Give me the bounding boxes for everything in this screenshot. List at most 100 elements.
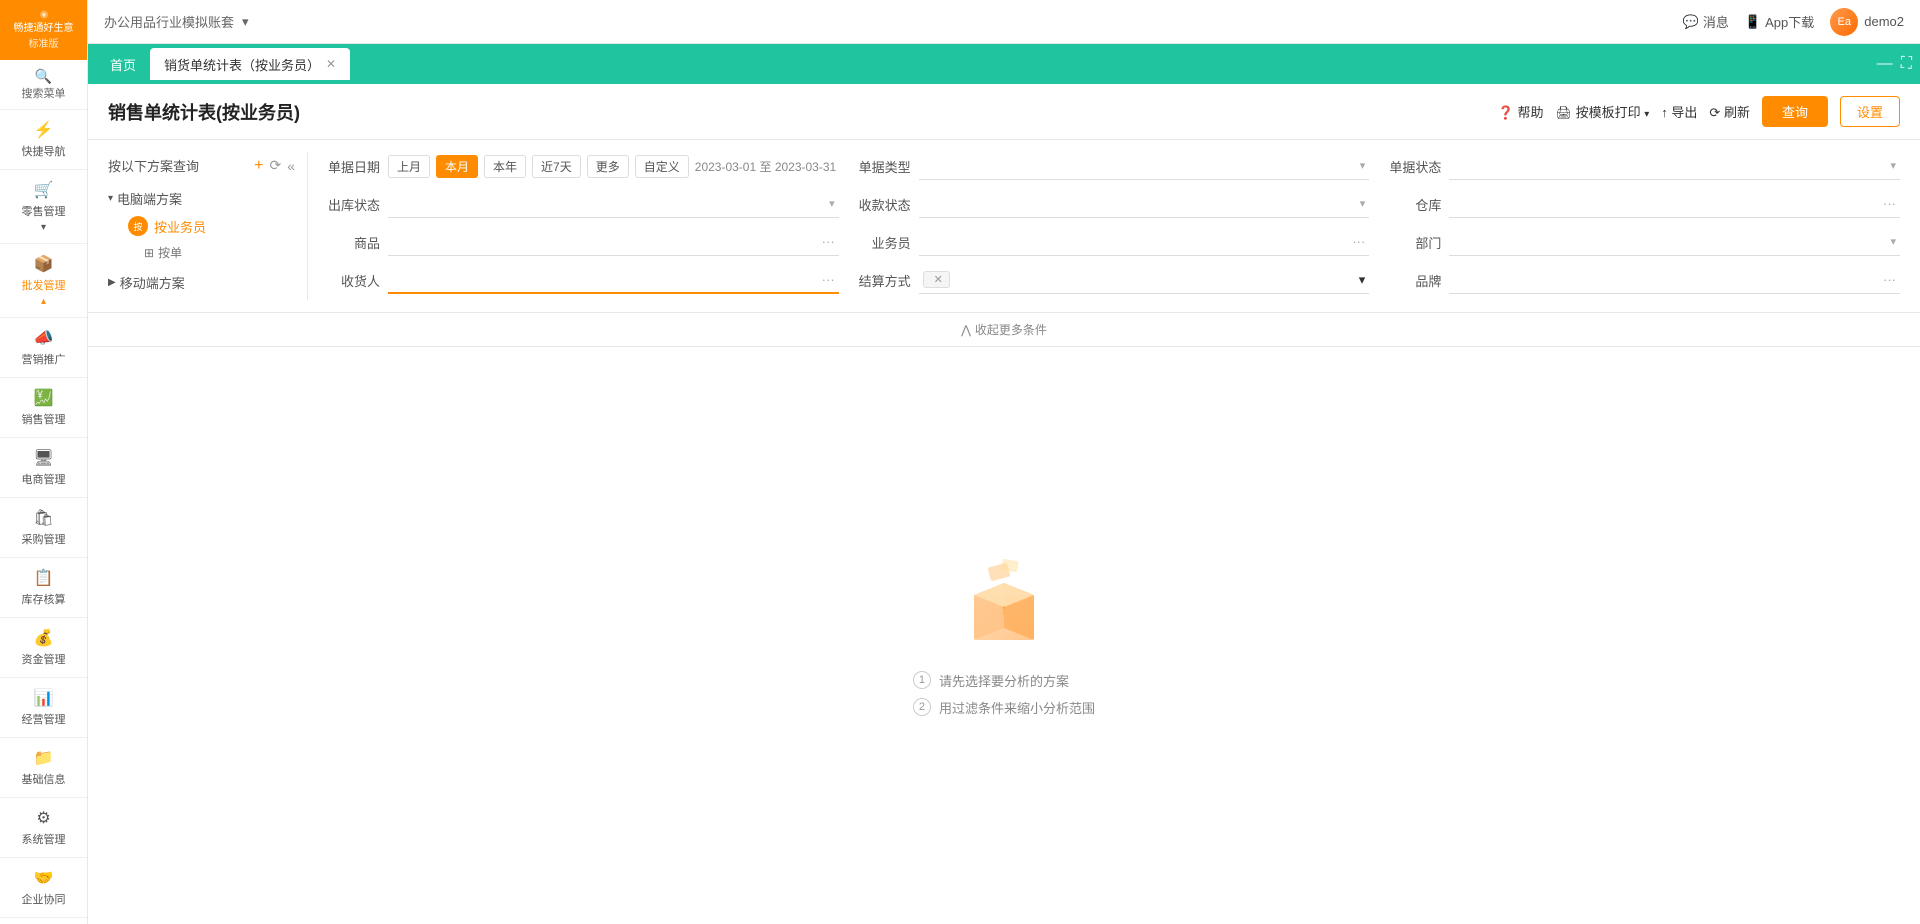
date-btn-more[interactable]: 更多 [587, 155, 629, 178]
tab-minimize-icon[interactable]: — [1877, 55, 1893, 73]
breadcrumb-arrow-icon[interactable]: ▾ [242, 14, 249, 30]
settle-control[interactable]: ✕ ▾ [919, 266, 1370, 294]
recv-status-select[interactable]: ▾ [919, 190, 1370, 218]
content-area: 销售单统计表(按业务员) ❓ 帮助 🖨 按模板打印 ▾ ↑ 导出 [88, 84, 1920, 924]
out-status-arrow-icon: ▾ [829, 197, 835, 210]
tree-group-mobile-label[interactable]: ▶ 移动端方案 [108, 269, 295, 296]
add-scheme-icon[interactable]: + [254, 157, 263, 175]
sidebar-item-newbie[interactable]: 🌱 新手引导 [0, 918, 87, 924]
sidebar-item-search[interactable]: 🔍 搜索菜单 [0, 60, 87, 110]
settle-tag-close-icon[interactable]: ✕ [934, 273, 943, 286]
date-label: 单据日期 [324, 157, 380, 176]
sidebar-item-enterprise[interactable]: 🤝 企业协同 [0, 858, 87, 918]
date-btn-custom[interactable]: 自定义 [635, 155, 689, 178]
tree-item-byorder[interactable]: ⊞ 按单 [108, 240, 295, 265]
refresh-button[interactable]: ⟳ 刷新 [1709, 102, 1750, 121]
date-btn-7days[interactable]: 近7天 [532, 155, 581, 178]
dept-control[interactable]: ▾ [1449, 228, 1900, 256]
sidebar-item-finance[interactable]: 💰 资金管理 [0, 618, 87, 678]
tab-report[interactable]: 销货单统计表（按业务员） ✕ [150, 48, 350, 80]
collapse-filters-button[interactable]: ⋀ 收起更多条件 [88, 313, 1920, 347]
receiver-control[interactable]: ··· [388, 266, 839, 294]
sidebar-item-sales[interactable]: 💹 销售管理 [0, 378, 87, 438]
recv-status-control[interactable]: ▾ [919, 190, 1370, 218]
message-label: 消息 [1703, 12, 1729, 31]
sales-icon: 💹 [34, 388, 54, 408]
date-filter: 上月 本月 本年 近7天 更多 自定义 2023-03-01 至 2023-03… [388, 155, 836, 178]
tab-expand-icon[interactable]: ⛶ [1901, 55, 1912, 73]
sidebar-item-inventory[interactable]: 📋 库存核算 [0, 558, 87, 618]
sidebar-label-ecommerce: 电商管理 [22, 471, 66, 487]
sidebar-item-ecommerce[interactable]: 🖥 电商管理 [0, 438, 87, 498]
sidebar-item-retail[interactable]: 🛒 零售管理 ▾ [0, 170, 87, 244]
warehouse-control[interactable]: ··· [1449, 190, 1900, 218]
date-btn-this-month[interactable]: 本月 [436, 155, 478, 178]
help-button[interactable]: ❓ 帮助 [1498, 102, 1544, 121]
tab-close-icon[interactable]: ✕ [326, 57, 336, 71]
sidebar-item-system[interactable]: ⚙ 系统管理 [0, 798, 87, 858]
refresh-scheme-icon[interactable]: ⟳ [269, 157, 281, 174]
dept-label: 部门 [1385, 233, 1441, 252]
tree-item-salesperson[interactable]: 按 按业务员 [108, 212, 295, 240]
sidebar-label-finance: 资金管理 [22, 651, 66, 667]
tab-home[interactable]: 首页 [96, 48, 150, 80]
right-panel: 单据日期 上月 本月 本年 近7天 更多 自定义 [308, 152, 1900, 294]
salesperson-select[interactable]: ··· [919, 228, 1370, 256]
sidebar-item-wholesale[interactable]: 📦 批发管理 ▴ [0, 244, 87, 318]
tab-home-label: 首页 [110, 55, 136, 74]
doc-type-select[interactable]: ▾ [919, 152, 1370, 180]
print-button[interactable]: 🖨 按模板打印 ▾ [1555, 102, 1649, 121]
sidebar-item-quicknav[interactable]: ⚡ 快捷导航 [0, 110, 87, 170]
brand-select[interactable]: ··· [1449, 266, 1900, 294]
empty-illustration: ↑ 1 请先选择要分析的方案 2 用过滤条件来缩小分析范围 [913, 555, 1095, 717]
sidebar-label-retail: 零售管理 [22, 203, 66, 219]
product-label: 商品 [324, 233, 380, 252]
product-control[interactable]: ··· [388, 228, 839, 256]
query-button[interactable]: 查询 [1762, 96, 1828, 127]
sidebar-item-marketing[interactable]: 📣 营销推广 [0, 318, 87, 378]
message-button[interactable]: 💬 消息 [1683, 12, 1729, 31]
brand-control[interactable]: ··· [1449, 266, 1900, 294]
tree-group-pc: ▾ 电脑端方案 按 按业务员 ⊞ 按单 [108, 185, 295, 265]
warehouse-label: 仓库 [1385, 195, 1441, 214]
tree-group-pc-arrow: ▾ [108, 193, 113, 204]
product-select[interactable]: ··· [388, 228, 839, 256]
doc-status-control[interactable]: ▾ [1449, 152, 1900, 180]
breadcrumb-text: 办公用品行业模拟账套 [104, 12, 234, 31]
tree-group-pc-label[interactable]: ▾ 电脑端方案 [108, 185, 295, 212]
date-range-text: 2023-03-01 至 2023-03-31 [695, 158, 836, 175]
sidebar-item-purchase[interactable]: 🛍 采购管理 [0, 498, 87, 558]
collapse-arrow-icon: ⋀ [961, 323, 971, 337]
receiver-input[interactable]: ··· [388, 266, 839, 294]
sidebar-item-basics[interactable]: 📁 基础信息 [0, 738, 87, 798]
help-icon: ❓ [1498, 105, 1514, 120]
filter-item-brand: 品牌 ··· [1385, 266, 1900, 294]
sidebar-item-operations[interactable]: 📊 经营管理 [0, 678, 87, 738]
hint-text-1: 请先选择要分析的方案 [939, 671, 1069, 690]
doc-status-select[interactable]: ▾ [1449, 152, 1900, 180]
breadcrumb: 办公用品行业模拟账套 ▾ [104, 12, 249, 31]
filter-item-doc-type: 单据类型 ▾ [855, 152, 1370, 180]
print-arrow-icon: ▾ [1644, 109, 1649, 120]
app-download-button[interactable]: 📱 App下载 [1745, 12, 1814, 31]
tree-group-mobile: ▶ 移动端方案 [108, 269, 295, 296]
filter-section: 按以下方案查询 + ⟳ « ▾ 电脑端方案 [88, 140, 1920, 313]
operations-icon: 📊 [34, 688, 54, 708]
sidebar-label-wholesale: 批发管理 [22, 277, 66, 293]
date-btn-this-year[interactable]: 本年 [484, 155, 526, 178]
enterprise-icon: 🤝 [34, 868, 54, 888]
settings-button[interactable]: 设置 [1840, 96, 1900, 127]
filter-item-salesperson: 业务员 ··· [855, 228, 1370, 256]
dept-select[interactable]: ▾ [1449, 228, 1900, 256]
page-actions: ❓ 帮助 🖨 按模板打印 ▾ ↑ 导出 ⟳ 刷新 [1498, 96, 1900, 127]
collapse-scheme-icon[interactable]: « [287, 158, 295, 174]
date-btn-last-month[interactable]: 上月 [388, 155, 430, 178]
doc-type-control[interactable]: ▾ [919, 152, 1370, 180]
export-button[interactable]: ↑ 导出 [1661, 102, 1697, 121]
out-status-select[interactable]: ▾ [388, 190, 839, 218]
inventory-icon: 📋 [34, 568, 54, 588]
out-status-control[interactable]: ▾ [388, 190, 839, 218]
warehouse-select[interactable]: ··· [1449, 190, 1900, 218]
salesperson-control[interactable]: ··· [919, 228, 1370, 256]
user-menu[interactable]: Ea demo2 [1830, 8, 1904, 36]
